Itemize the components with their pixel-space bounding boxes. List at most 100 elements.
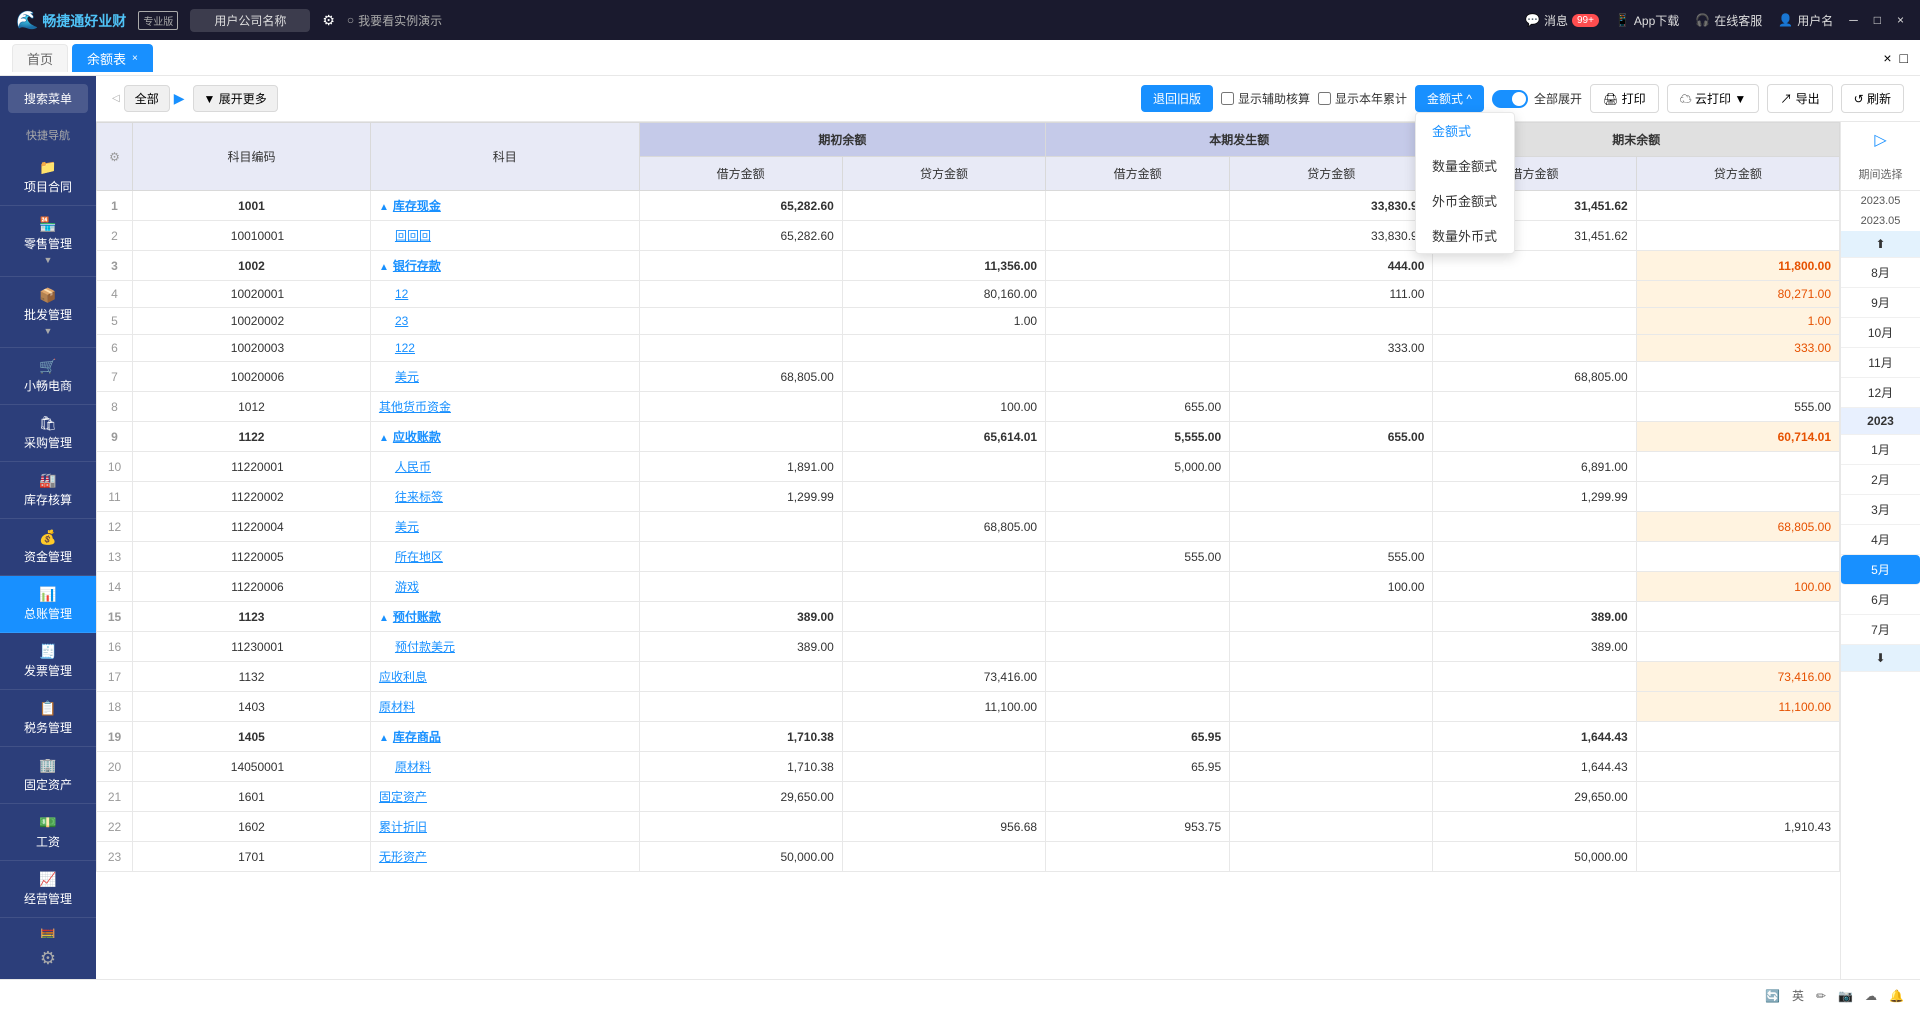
refresh-button[interactable]: ↺ 刷新 <box>1841 84 1904 113</box>
status-icon-5[interactable]: 🔔 <box>1889 989 1904 1003</box>
period-item-6[interactable]: 6月 <box>1841 585 1920 615</box>
window-close[interactable]: × <box>1897 13 1904 27</box>
tab-restore-btn[interactable]: □ <box>1900 50 1908 66</box>
opening-debit-cell <box>639 281 842 308</box>
tab-close-balance[interactable]: × <box>132 53 138 64</box>
online-service[interactable]: 🎧 在线客服 <box>1695 12 1762 29</box>
return-old-version-button[interactable]: 退回旧版 <box>1141 85 1213 112</box>
period-item-2[interactable]: 2月 <box>1841 465 1920 495</box>
account-name-cell[interactable]: 122 <box>370 335 639 362</box>
settings-icon[interactable]: ⚙ <box>322 12 335 29</box>
account-name-cell[interactable]: 固定资产 <box>370 782 639 812</box>
account-name-cell[interactable]: 23 <box>370 308 639 335</box>
period-item-8[interactable]: 8月 <box>1841 258 1920 288</box>
dropdown-item-qty-amount[interactable]: 数量金额式 <box>1416 148 1514 183</box>
sidebar-item-invoice[interactable]: 🧾 发票管理 <box>0 633 96 690</box>
account-name-cell[interactable]: 回回回 <box>370 221 639 251</box>
period-item-7[interactable]: 7月 <box>1841 615 1920 645</box>
expand-more-button[interactable]: ▼ 展开更多 <box>193 85 278 112</box>
account-name-cell[interactable]: 往来标签 <box>370 482 639 512</box>
sidebar-item-purchase[interactable]: 🛍 采购管理 <box>0 405 96 462</box>
period-item-10[interactable]: 10月 <box>1841 318 1920 348</box>
account-name-cell[interactable]: 原材料 <box>370 692 639 722</box>
period-item-nav-down[interactable]: ⬇ <box>1841 645 1920 672</box>
sidebar-item-accounting[interactable]: 📊 总账管理 <box>0 576 96 633</box>
auxiliary-checkbox-input[interactable] <box>1221 92 1234 105</box>
quick-nav-item[interactable]: 快捷导航 <box>0 121 96 149</box>
account-name-cell[interactable]: 游戏 <box>370 572 639 602</box>
status-lang[interactable]: 英 <box>1792 987 1804 1004</box>
sidebar-item-warehouse[interactable]: 🏭 库存核算 <box>0 462 96 519</box>
window-minimize[interactable]: ─ <box>1849 13 1858 27</box>
account-name-cell[interactable]: 原材料 <box>370 752 639 782</box>
status-icon-3[interactable]: 📷 <box>1838 989 1853 1003</box>
account-name-cell[interactable]: 美元 <box>370 512 639 542</box>
account-name-cell[interactable]: 无形资产 <box>370 842 639 872</box>
account-name-cell[interactable]: 其他货币资金 <box>370 392 639 422</box>
account-name-cell[interactable]: 人民币 <box>370 452 639 482</box>
settings-col-header[interactable]: ⚙ <box>97 123 133 191</box>
period-item-11[interactable]: 11月 <box>1841 348 1920 378</box>
status-icon-4[interactable]: ☁ <box>1865 989 1877 1003</box>
sidebar-item-management[interactable]: 📈 经营管理 <box>0 861 96 918</box>
account-name-cell[interactable]: ▲应收账款 <box>370 422 639 452</box>
sidebar-item-ecommerce[interactable]: 🛒 小畅电商 <box>0 348 96 405</box>
period-item-3[interactable]: 3月 <box>1841 495 1920 525</box>
period-item-9[interactable]: 9月 <box>1841 288 1920 318</box>
dropdown-item-foreign-amount[interactable]: 外币金额式 <box>1416 183 1514 218</box>
account-name-cell[interactable]: 预付款美元 <box>370 632 639 662</box>
sidebar-item-report[interactable]: 🧮 小畅报销 <box>0 918 96 938</box>
period-item-12[interactable]: 12月 <box>1841 378 1920 408</box>
ytd-checkbox-input[interactable] <box>1318 92 1331 105</box>
sidebar-search-button[interactable]: 搜索菜单 <box>8 84 88 113</box>
period-item-4[interactable]: 4月 <box>1841 525 1920 555</box>
amount-mode-button[interactable]: 金额式 ^ <box>1415 85 1484 112</box>
user-avatar[interactable]: 👤 用户名 <box>1778 12 1833 29</box>
tab-balance[interactable]: 余额表 × <box>72 44 153 72</box>
period-item-1[interactable]: 1月 <box>1841 435 1920 465</box>
sidebar-item-salary[interactable]: 💵 工资 <box>0 804 96 861</box>
sidebar-item-wholesale[interactable]: 📦 批发管理 ▼ <box>0 277 96 348</box>
account-name-cell[interactable]: ▲银行存款 <box>370 251 639 281</box>
account-code-cell: 1701 <box>133 842 371 872</box>
print-button[interactable]: 🖨 打印 <box>1590 84 1659 113</box>
dropdown-item-qty-foreign[interactable]: 数量外币式 <box>1416 218 1514 253</box>
sidebar-item-retail[interactable]: 🏪 零售管理 ▼ <box>0 206 96 277</box>
show-auxiliary-checkbox[interactable]: 显示辅助核算 <box>1221 90 1310 107</box>
expand-all-toggle[interactable]: 全部展开 <box>1492 90 1582 108</box>
app-download[interactable]: 📱 App下载 <box>1615 12 1679 29</box>
account-name-cell[interactable]: ▲库存现金 <box>370 191 639 221</box>
sidebar-item-assets[interactable]: 🏢 固定资产 <box>0 747 96 804</box>
account-name-cell[interactable]: 应收利息 <box>370 662 639 692</box>
sidebar-item-tax[interactable]: 📋 税务管理 <box>0 690 96 747</box>
account-name-cell[interactable]: 美元 <box>370 362 639 392</box>
table-settings-icon[interactable]: ⚙ <box>109 150 120 164</box>
status-icon-2[interactable]: ✏ <box>1816 989 1826 1003</box>
all-button[interactable]: 全部 <box>124 85 170 112</box>
show-ytd-checkbox[interactable]: 显示本年累计 <box>1318 90 1407 107</box>
dropdown-item-amount[interactable]: 金额式 <box>1416 113 1514 148</box>
period-item-2023[interactable]: 2023 <box>1841 408 1920 435</box>
tab-home[interactable]: 首页 <box>12 44 68 72</box>
account-name-cell[interactable]: ▲预付账款 <box>370 602 639 632</box>
status-icon-1[interactable]: 🔄 <box>1765 989 1780 1003</box>
period-credit-cell <box>1230 308 1433 335</box>
account-name-cell[interactable]: ▲库存商品 <box>370 722 639 752</box>
cloud-print-button[interactable]: ☁ 云打印 ▼ <box>1667 84 1760 113</box>
tab-close-btn[interactable]: × <box>1883 50 1891 66</box>
message-icon[interactable]: 💬 消息 99+ <box>1525 12 1599 29</box>
sidebar-item-project[interactable]: 📁 项目合同 <box>0 149 96 206</box>
period-panel-collapse[interactable]: ▷ <box>1841 122 1920 158</box>
export-button[interactable]: ↗ 导出 <box>1767 84 1832 113</box>
period-item-5-active[interactable]: 5月 <box>1841 555 1920 585</box>
demo-link[interactable]: ○ 我要看实例演示 <box>347 12 442 29</box>
account-name-cell[interactable]: 累计折旧 <box>370 812 639 842</box>
sidebar-settings-btn[interactable]: ⚙ <box>0 938 96 979</box>
account-name-cell[interactable]: 12 <box>370 281 639 308</box>
sidebar-item-finance[interactable]: 💰 资金管理 <box>0 519 96 576</box>
expand-all-switch[interactable] <box>1492 90 1528 108</box>
account-name-cell[interactable]: 所在地区 <box>370 542 639 572</box>
period-item-nav-up[interactable]: ⬆ <box>1841 231 1920 258</box>
window-maximize[interactable]: □ <box>1874 13 1881 27</box>
nav-arrow-right[interactable]: ▶ <box>174 90 185 107</box>
